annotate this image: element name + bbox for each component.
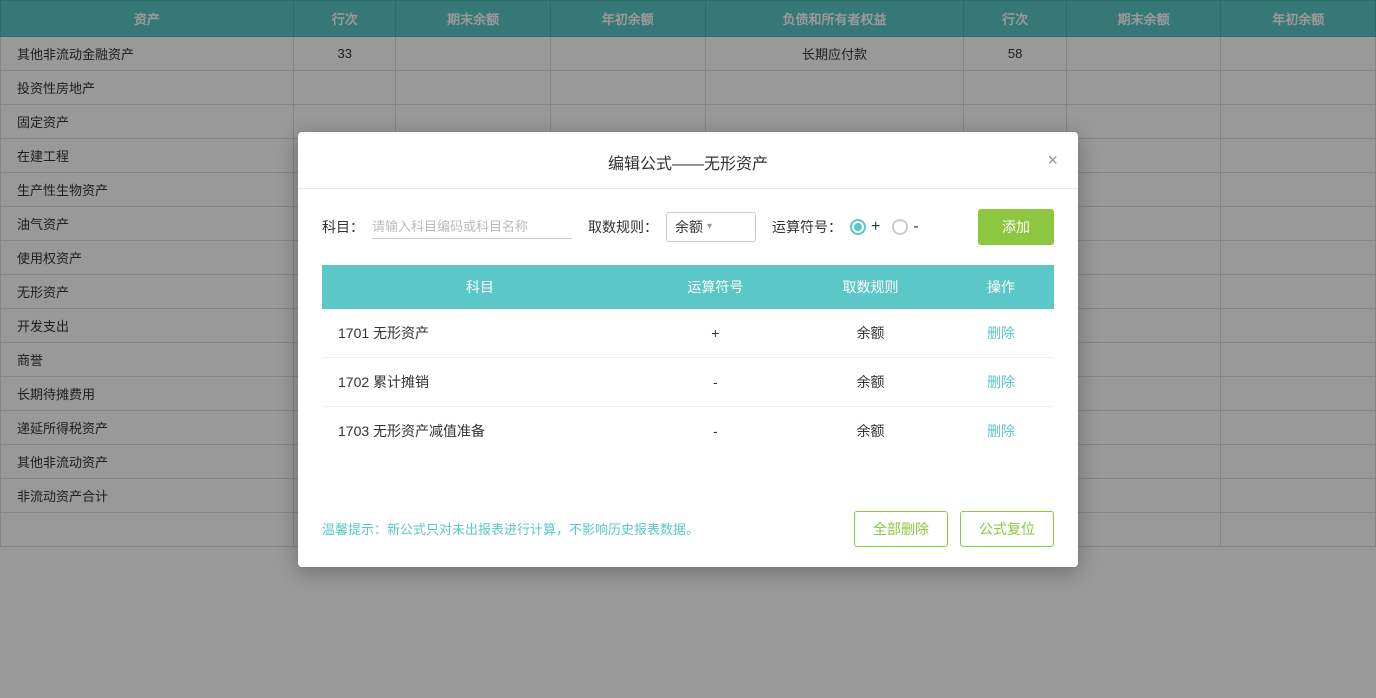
delete-row-link[interactable]: 删除 — [987, 423, 1015, 439]
radio-minus-circle — [892, 219, 908, 235]
formula-cell-action: 删除 — [948, 406, 1054, 455]
radio-plus-label: + — [871, 218, 880, 236]
formula-table: 科目 运算符号 取数规则 操作 1701 无形资产 + 余额 删除 1702 累… — [322, 265, 1054, 455]
formula-row: 1703 无形资产减值准备 - 余额 删除 — [322, 406, 1054, 455]
formula-cell-operator: - — [638, 357, 793, 406]
table-header-operator: 运算符号 — [638, 265, 793, 309]
footer-tip-text: 温馨提示：新公式只对未出报表进行计算，不影响历史报表数据。 — [322, 519, 699, 538]
radio-plus[interactable]: + — [850, 218, 880, 236]
reset-formula-button[interactable]: 公式复位 — [960, 511, 1054, 547]
modal-title: 编辑公式——无形资产 — [608, 150, 768, 174]
operator-radio-group: + - — [850, 218, 919, 236]
formula-cell-operator: - — [638, 406, 793, 455]
formula-cell-subject: 1703 无形资产减值准备 — [322, 406, 638, 455]
formula-row: 1701 无形资产 + 余额 删除 — [322, 309, 1054, 358]
formula-cell-subject: 1702 累计摊销 — [322, 357, 638, 406]
radio-minus-label: - — [913, 218, 918, 236]
modal-close-button[interactable]: × — [1047, 151, 1058, 169]
table-header-rule: 取数规则 — [793, 265, 948, 309]
modal-footer: 温馨提示：新公式只对未出报表进行计算，不影响历史报表数据。 全部删除 公式复位 — [298, 495, 1078, 567]
modal-header: 编辑公式——无形资产 × — [298, 132, 1078, 189]
operator-label: 运算符号： — [772, 217, 842, 237]
modal-dialog: 编辑公式——无形资产 × 科目： 取数规则： 余额 ▾ 运 — [298, 132, 1078, 567]
delete-row-link[interactable]: 删除 — [987, 325, 1015, 341]
add-button[interactable]: 添加 — [978, 209, 1054, 245]
footer-buttons: 全部删除 公式复位 — [854, 511, 1054, 547]
formula-cell-subject: 1701 无形资产 — [322, 309, 638, 358]
formula-row: 1702 累计摊销 - 余额 删除 — [322, 357, 1054, 406]
formula-cell-action: 删除 — [948, 309, 1054, 358]
formula-cell-operator: + — [638, 309, 793, 358]
formula-form-row: 科目： 取数规则： 余额 ▾ 运算符号： + — [322, 209, 1054, 245]
rule-select-value: 余额 — [675, 217, 703, 237]
table-header-action: 操作 — [948, 265, 1054, 309]
delete-all-button[interactable]: 全部删除 — [854, 511, 948, 547]
modal-overlay: 编辑公式——无形资产 × 科目： 取数规则： 余额 ▾ 运 — [0, 0, 1376, 698]
radio-minus[interactable]: - — [892, 218, 918, 236]
formula-cell-action: 删除 — [948, 357, 1054, 406]
subject-input[interactable] — [372, 214, 572, 239]
modal-body: 科目： 取数规则： 余额 ▾ 运算符号： + — [298, 189, 1078, 495]
operator-group: 运算符号： + - — [772, 217, 919, 237]
formula-cell-rule: 余额 — [793, 309, 948, 358]
subject-group: 科目： — [322, 214, 572, 239]
radio-plus-circle — [850, 219, 866, 235]
subject-label: 科目： — [322, 217, 364, 237]
table-header-subject: 科目 — [322, 265, 638, 309]
delete-row-link[interactable]: 删除 — [987, 374, 1015, 390]
rule-group: 取数规则： 余额 ▾ — [588, 212, 756, 242]
rule-select[interactable]: 余额 ▾ — [666, 212, 756, 242]
formula-cell-rule: 余额 — [793, 357, 948, 406]
formula-cell-rule: 余额 — [793, 406, 948, 455]
chevron-down-icon: ▾ — [707, 221, 712, 232]
rule-label: 取数规则： — [588, 217, 658, 237]
